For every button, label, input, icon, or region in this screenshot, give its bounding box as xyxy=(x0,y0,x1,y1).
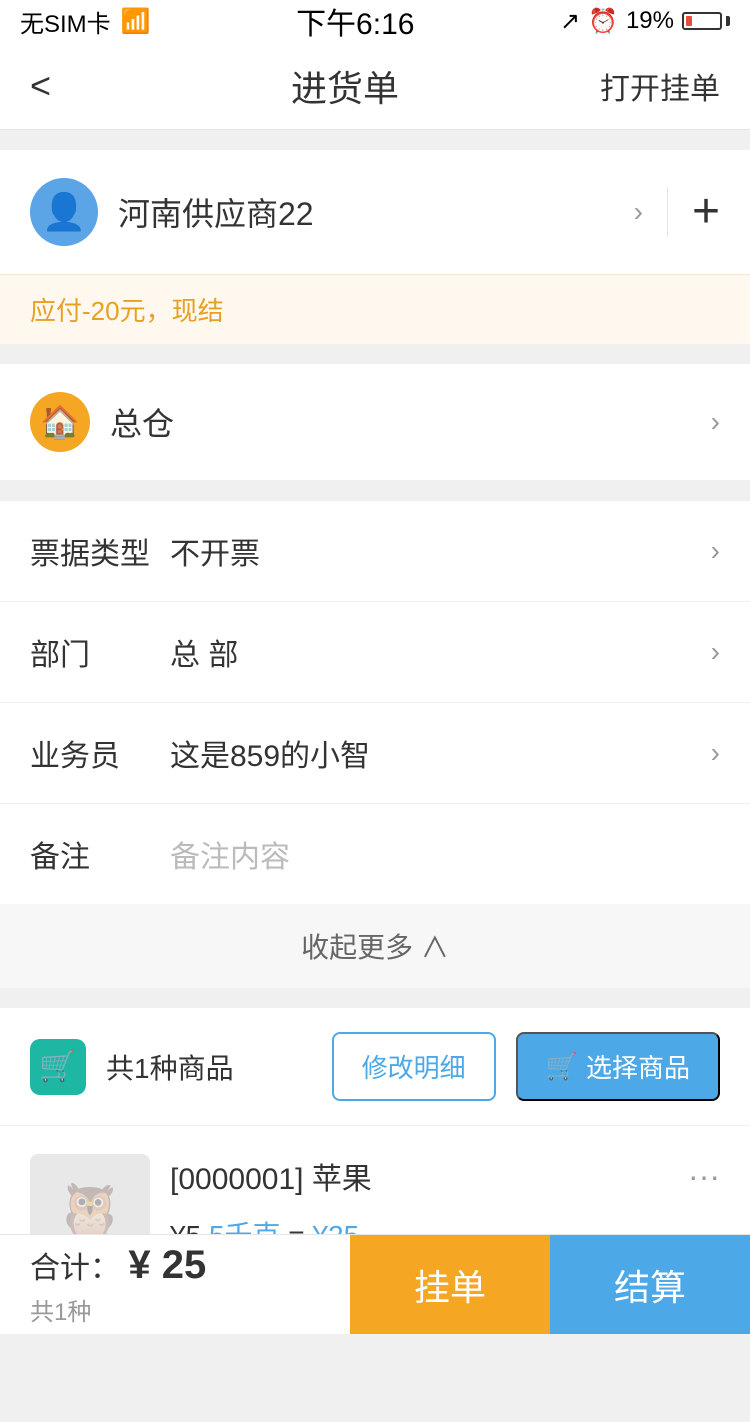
total-main: 合计： ¥ 25 xyxy=(30,1243,320,1288)
status-bar: 无SIM卡 📶 下午6:16 ↗ ⏰ 19% xyxy=(0,0,750,42)
products-count: 共1种商品 xyxy=(106,1047,312,1087)
select-product-label: 选择商品 xyxy=(586,1048,690,1085)
edit-detail-button[interactable]: 修改明细 xyxy=(332,1032,496,1101)
warehouse-section: 🏠 总仓 › xyxy=(0,364,750,480)
battery-percent: 19% xyxy=(626,7,674,35)
product-title: 苹果 xyxy=(312,1163,372,1196)
checkout-button[interactable]: 结算 xyxy=(550,1235,750,1334)
product-name: [0000001] 苹果 xyxy=(170,1154,668,1198)
chevron-right-icon: › xyxy=(711,737,720,769)
battery-indicator xyxy=(682,12,730,30)
select-product-button[interactable]: 🛒 选择商品 xyxy=(516,1032,720,1101)
select-product-icon: 🛒 xyxy=(546,1051,578,1082)
total-sub: 共1种 xyxy=(30,1292,320,1327)
total-amount: ¥ 25 xyxy=(128,1243,206,1287)
location-icon: ↗ xyxy=(560,7,580,36)
salesperson-label: 业务员 xyxy=(30,731,170,775)
collapse-button[interactable]: 收起更多 ∧ xyxy=(0,904,750,988)
remark-input[interactable]: 备注内容 xyxy=(170,832,720,876)
avatar: 👤 xyxy=(30,178,98,246)
invoice-value: 不开票 xyxy=(170,529,711,573)
carrier-label: 无SIM卡 xyxy=(20,4,111,39)
dept-value: 总 部 xyxy=(170,630,711,674)
salesperson-row[interactable]: 业务员 这是859的小智 › xyxy=(0,702,750,803)
invoice-label: 票据类型 xyxy=(30,529,170,573)
total-label: 合计： xyxy=(30,1252,120,1285)
salesperson-value: 这是859的小智 xyxy=(170,731,711,775)
supplier-row[interactable]: 👤 河南供应商22 › + xyxy=(0,150,750,274)
dept-row[interactable]: 部门 总 部 › xyxy=(0,601,750,702)
alarm-icon: ⏰ xyxy=(588,7,618,36)
warehouse-icon: 🏠 xyxy=(30,392,90,452)
dept-label: 部门 xyxy=(30,630,170,674)
products-icon: 🛒 xyxy=(30,1039,86,1095)
supplier-name: 河南供应商22 xyxy=(118,189,634,235)
status-time: 下午6:16 xyxy=(296,0,414,43)
products-header: 🛒 共1种商品 修改明细 🛒 选择商品 xyxy=(0,1008,750,1125)
status-left: 无SIM卡 📶 xyxy=(20,4,151,39)
hang-button[interactable]: 挂单 xyxy=(350,1235,550,1334)
open-hang-button[interactable]: 打开挂单 xyxy=(600,64,720,108)
chevron-right-icon: › xyxy=(711,406,720,438)
avatar-icon: 👤 xyxy=(42,191,87,233)
supplier-alert: 应付-20元，现结 xyxy=(0,274,750,344)
wifi-icon: 📶 xyxy=(121,7,151,36)
chevron-right-icon: › xyxy=(634,196,643,228)
remark-row[interactable]: 备注 备注内容 xyxy=(0,803,750,904)
supplier-section: 👤 河南供应商22 › + 应付-20元，现结 xyxy=(0,150,750,344)
chevron-right-icon: › xyxy=(711,535,720,567)
nav-bar: < 进货单 打开挂单 xyxy=(0,42,750,130)
product-code: [0000001] xyxy=(170,1163,303,1196)
page-title: 进货单 xyxy=(291,60,399,112)
warehouse-row[interactable]: 🏠 总仓 › xyxy=(0,364,750,480)
back-button[interactable]: < xyxy=(30,65,90,107)
form-section: 票据类型 不开票 › 部门 总 部 › 业务员 这是859的小智 › 备注 备注… xyxy=(0,500,750,904)
more-options-button[interactable]: ··· xyxy=(688,1154,720,1195)
chevron-right-icon: › xyxy=(711,636,720,668)
collapse-label: 收起更多 ∧ xyxy=(301,926,449,966)
remark-label: 备注 xyxy=(30,832,170,876)
warehouse-name: 总仓 xyxy=(110,399,711,445)
divider xyxy=(667,187,668,237)
total-section: 合计： ¥ 25 共1种 xyxy=(0,1243,350,1327)
invoice-row[interactable]: 票据类型 不开票 › xyxy=(0,500,750,601)
status-right: ↗ ⏰ 19% xyxy=(560,7,730,36)
bottom-bar: 合计： ¥ 25 共1种 挂单 结算 xyxy=(0,1234,750,1334)
add-supplier-button[interactable]: + xyxy=(692,188,720,236)
